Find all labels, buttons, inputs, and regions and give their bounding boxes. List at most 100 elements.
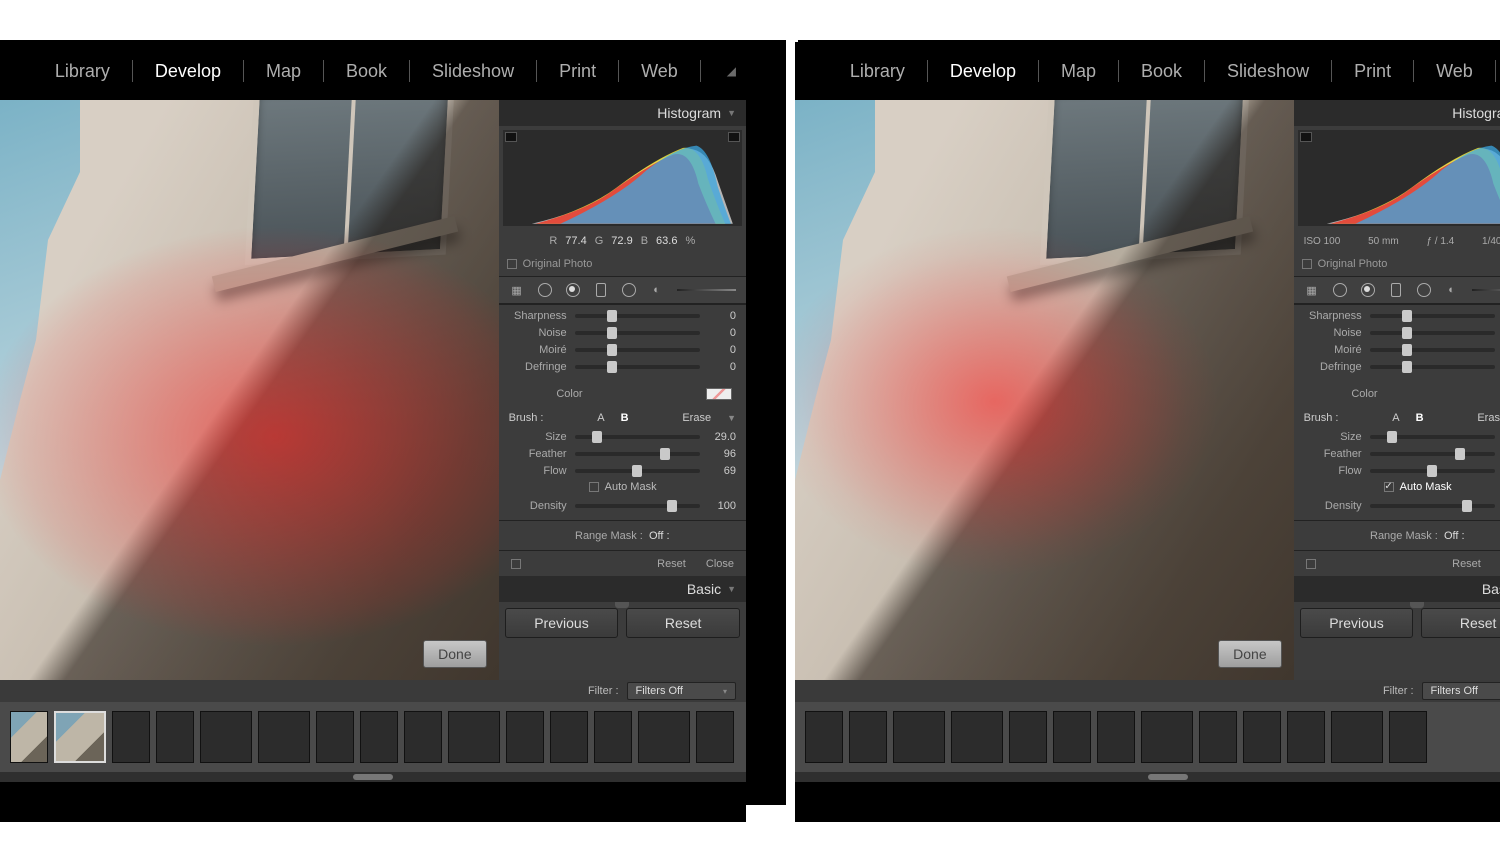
basic-panel-header[interactable]: Basic▼ [499, 576, 746, 602]
thumbnail[interactable] [849, 711, 887, 763]
thumbnail[interactable] [10, 711, 48, 763]
module-book[interactable]: Book [1141, 61, 1182, 82]
filmstrip-scrollbar[interactable] [795, 772, 1500, 782]
graduated-tool-icon[interactable] [1388, 282, 1404, 298]
filmstrip[interactable] [0, 702, 746, 772]
module-web[interactable]: Web [1436, 61, 1473, 82]
pin-toggle-icon[interactable] [511, 559, 521, 569]
original-photo-checkbox[interactable]: Original Photo [499, 252, 746, 276]
slider-density[interactable]: Density100 [509, 497, 736, 514]
thumbnail[interactable] [1287, 711, 1325, 763]
thumbnail[interactable] [1141, 711, 1193, 763]
auto-mask-checkbox[interactable]: Auto Mask [1304, 479, 1500, 497]
reset-button[interactable]: Reset [626, 608, 740, 638]
crop-tool-icon[interactable]: ▦ [1304, 282, 1320, 298]
histogram[interactable] [1298, 130, 1500, 226]
thumbnail[interactable] [696, 711, 734, 763]
brush-tool-icon[interactable]: ◐ [1444, 282, 1460, 298]
slider-flow[interactable]: Flow69 [1304, 462, 1500, 479]
thumbnail[interactable] [316, 711, 354, 763]
canvas[interactable]: Done [795, 100, 1294, 680]
thumbnail[interactable] [112, 711, 150, 763]
module-develop[interactable]: Develop [155, 61, 221, 82]
module-slideshow[interactable]: Slideshow [1227, 61, 1309, 82]
brush-tool-icon[interactable]: ◐ [649, 282, 665, 298]
range-mask-row[interactable]: Range Mask : Off : [499, 520, 746, 550]
basic-panel-header[interactable]: Basic▼ [1294, 576, 1500, 602]
thumbnail[interactable] [638, 711, 690, 763]
done-button[interactable]: Done [423, 640, 486, 668]
thumbnail[interactable] [1009, 711, 1047, 763]
slider-flow[interactable]: Flow69 [509, 462, 736, 479]
brush-erase[interactable]: Erase [1477, 412, 1500, 424]
module-print[interactable]: Print [1354, 61, 1391, 82]
module-more-icon[interactable]: ◢ [727, 64, 736, 78]
module-slideshow[interactable]: Slideshow [432, 61, 514, 82]
brush-b[interactable]: B [621, 412, 629, 424]
module-map[interactable]: Map [1061, 61, 1096, 82]
disclosure-icon[interactable]: ▼ [727, 413, 736, 423]
original-photo-checkbox[interactable]: Original Photo [1294, 252, 1500, 276]
brush-b[interactable]: B [1416, 412, 1424, 424]
slider-size[interactable]: Size29.0 [509, 428, 736, 445]
slider-density[interactable]: Density100 [1304, 497, 1500, 514]
filmstrip-scrollbar[interactable] [0, 772, 746, 782]
slider-sharpness[interactable]: Sharpness0 [509, 307, 736, 324]
module-develop[interactable]: Develop [950, 61, 1016, 82]
slider-defringe[interactable]: Defringe0 [509, 358, 736, 375]
slider-noise[interactable]: Noise0 [1304, 324, 1500, 341]
redeye-tool-icon[interactable] [565, 282, 581, 298]
brush-a[interactable]: A [1392, 412, 1399, 424]
pin-toggle-icon[interactable] [1306, 559, 1316, 569]
reset-button[interactable]: Reset [1421, 608, 1500, 638]
thumbnail[interactable] [200, 711, 252, 763]
slider-size[interactable]: Size29.0 [1304, 428, 1500, 445]
color-swatch[interactable] [706, 388, 732, 400]
thumbnail[interactable] [893, 711, 945, 763]
spot-tool-icon[interactable] [1332, 282, 1348, 298]
slider-feather[interactable]: Feather96 [509, 445, 736, 462]
thumbnail[interactable] [951, 711, 1003, 763]
canvas[interactable]: Done [0, 100, 499, 680]
slider-moire[interactable]: Moiré0 [509, 341, 736, 358]
thumbnail[interactable] [1199, 711, 1237, 763]
slider-defringe[interactable]: Defringe0 [1304, 358, 1500, 375]
thumbnail[interactable] [1243, 711, 1281, 763]
thumbnail[interactable] [258, 711, 310, 763]
slider-feather[interactable]: Feather96 [1304, 445, 1500, 462]
module-library[interactable]: Library [850, 61, 905, 82]
slider-moire[interactable]: Moiré0 [1304, 341, 1500, 358]
reset-link[interactable]: Reset [657, 558, 686, 570]
close-link[interactable]: Close [706, 558, 734, 570]
module-book[interactable]: Book [346, 61, 387, 82]
thumbnail[interactable] [594, 711, 632, 763]
thumbnail[interactable] [1389, 711, 1427, 763]
thumbnail[interactable] [156, 711, 194, 763]
thumbnail[interactable] [54, 711, 106, 763]
redeye-tool-icon[interactable] [1360, 282, 1376, 298]
crop-tool-icon[interactable]: ▦ [509, 282, 525, 298]
done-button[interactable]: Done [1218, 640, 1281, 668]
thumbnail[interactable] [404, 711, 442, 763]
graduated-tool-icon[interactable] [593, 282, 609, 298]
thumbnail[interactable] [1053, 711, 1091, 763]
thumbnail[interactable] [360, 711, 398, 763]
previous-button[interactable]: Previous [505, 608, 619, 638]
thumbnail[interactable] [805, 711, 843, 763]
module-library[interactable]: Library [55, 61, 110, 82]
thumbnail[interactable] [1331, 711, 1383, 763]
radial-tool-icon[interactable] [621, 282, 637, 298]
thumbnail[interactable] [550, 711, 588, 763]
auto-mask-checkbox[interactable]: Auto Mask [509, 479, 736, 497]
filter-select[interactable]: Filters Off▾ [1422, 682, 1500, 700]
range-mask-row[interactable]: Range Mask : Off : [1294, 520, 1500, 550]
spot-tool-icon[interactable] [537, 282, 553, 298]
histogram-header[interactable]: Histogram▼ [499, 100, 746, 126]
slider-sharpness[interactable]: Sharpness0 [1304, 307, 1500, 324]
brush-erase[interactable]: Erase [682, 412, 711, 424]
thumbnail[interactable] [1097, 711, 1135, 763]
histogram-header[interactable]: Histogram▼ [1294, 100, 1500, 126]
module-web[interactable]: Web [641, 61, 678, 82]
module-map[interactable]: Map [266, 61, 301, 82]
filmstrip[interactable] [795, 702, 1500, 772]
